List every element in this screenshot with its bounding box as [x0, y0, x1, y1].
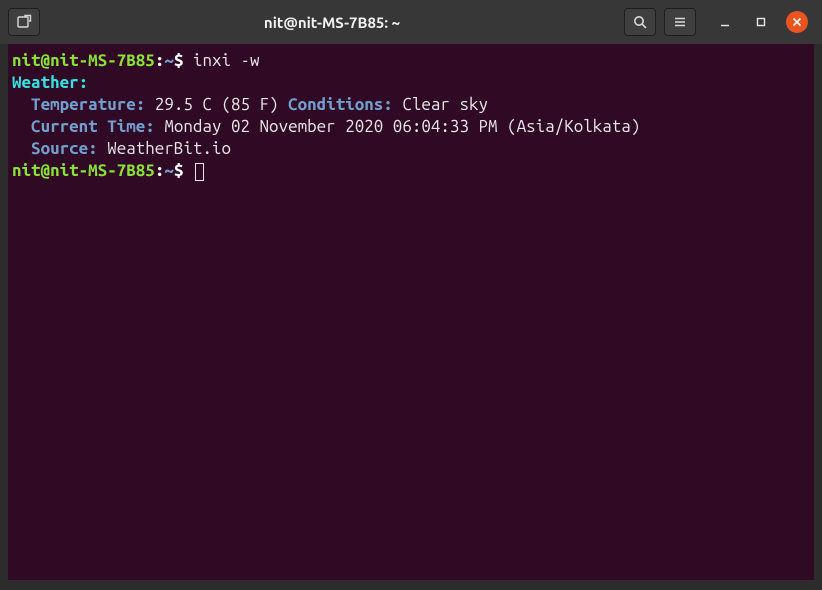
- menu-button[interactable]: [664, 8, 696, 36]
- prompt-dollar: $: [174, 51, 193, 70]
- new-tab-button[interactable]: [8, 8, 40, 36]
- prompt-dollar: $: [174, 161, 193, 180]
- prompt-path: ~: [164, 161, 174, 180]
- prompt-colon: :: [155, 51, 165, 70]
- command-text: inxi -w: [193, 51, 260, 70]
- minimize-button[interactable]: [714, 11, 736, 33]
- search-button[interactable]: [624, 8, 656, 36]
- close-button[interactable]: [786, 11, 808, 33]
- window-controls: [704, 11, 814, 33]
- prompt-line-2: nit@nit-MS-7B85:~$: [12, 160, 810, 182]
- titlebar: nit@nit-MS-7B85: ~: [0, 0, 822, 44]
- output-temp-cond: Temperature: 29.5 C (85 F) Conditions: C…: [12, 94, 810, 116]
- prompt-colon: :: [155, 161, 165, 180]
- prompt-user: nit@nit-MS-7B85: [12, 161, 155, 180]
- output-time: Current Time: Monday 02 November 2020 06…: [12, 116, 810, 138]
- output-header: Weather:: [12, 72, 810, 94]
- cursor-icon: [195, 163, 204, 181]
- maximize-button[interactable]: [750, 11, 772, 33]
- window-title: nit@nit-MS-7B85: ~: [48, 14, 616, 31]
- prompt-path: ~: [164, 51, 174, 70]
- prompt-user: nit@nit-MS-7B85: [12, 51, 155, 70]
- output-source: Source: WeatherBit.io: [12, 138, 810, 160]
- prompt-line-1: nit@nit-MS-7B85:~$ inxi -w: [12, 50, 810, 72]
- terminal-area[interactable]: nit@nit-MS-7B85:~$ inxi -w Weather: Temp…: [8, 44, 814, 580]
